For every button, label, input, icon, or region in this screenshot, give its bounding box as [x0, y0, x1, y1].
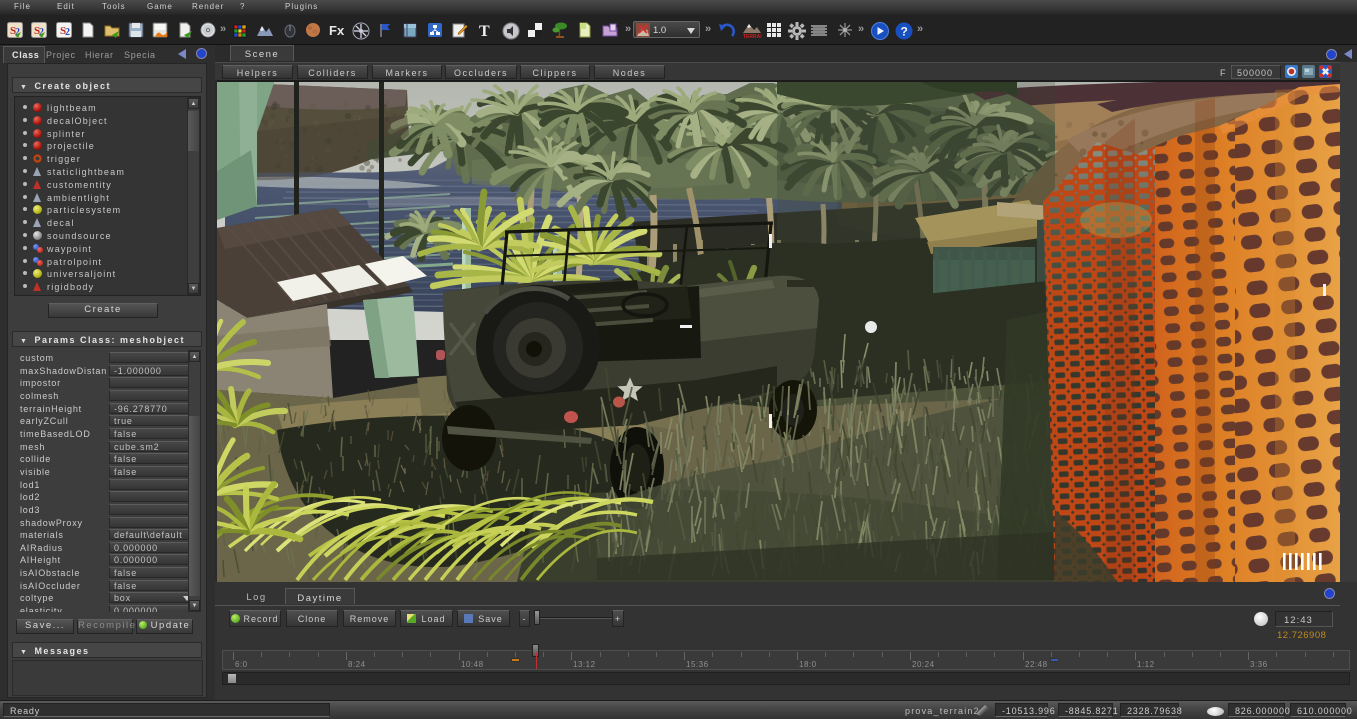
- svg-text:Fx: Fx: [329, 23, 345, 38]
- svg-text:TERRAIN: TERRAIN: [743, 34, 762, 38]
- svg-text:T: T: [479, 23, 490, 38]
- svg-text:2: 2: [65, 27, 70, 38]
- svg-text:?: ?: [901, 25, 908, 39]
